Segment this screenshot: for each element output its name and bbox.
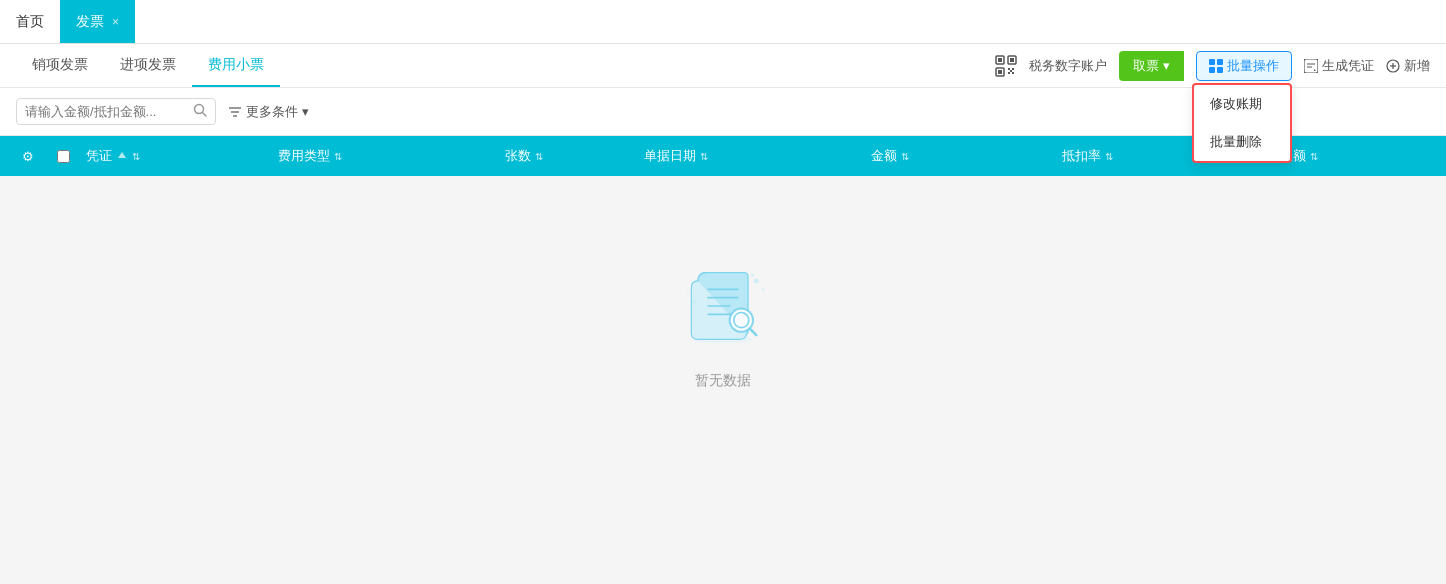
- batch-label: 批量操作: [1227, 57, 1279, 75]
- th-amount[interactable]: 金额 ⇅: [863, 147, 1055, 165]
- nav-tab-invoice-label: 发票: [76, 13, 104, 31]
- batch-icon: [1209, 59, 1223, 73]
- nav-tab-close-icon[interactable]: ×: [112, 15, 119, 29]
- svg-rect-15: [1304, 59, 1318, 73]
- svg-rect-10: [1010, 70, 1012, 72]
- th-amount-sort: ⇅: [901, 151, 909, 162]
- empty-state: 暂无数据: [0, 176, 1446, 430]
- svg-point-37: [751, 274, 754, 277]
- svg-point-38: [692, 300, 696, 304]
- tab-expense-receipt[interactable]: 费用小票: [192, 44, 280, 87]
- more-filter-button[interactable]: 更多条件 ▾: [228, 103, 309, 121]
- qupiao-button-group: 取票 ▾: [1119, 51, 1184, 81]
- tax-label: 税务数字账户: [1029, 57, 1107, 75]
- qr-icon: [995, 55, 1017, 77]
- top-nav: 首页 发票 ×: [0, 0, 1446, 44]
- th-type[interactable]: 费用类型 ⇅: [270, 147, 497, 165]
- generate-icon: [1304, 59, 1318, 73]
- th-gear[interactable]: ⚙: [8, 149, 48, 164]
- svg-line-34: [750, 329, 757, 336]
- dropdown-item-modify-period[interactable]: 修改账期: [1194, 85, 1290, 123]
- add-icon: [1386, 59, 1400, 73]
- svg-point-39: [687, 292, 690, 295]
- qupiao-button[interactable]: 取票 ▾: [1119, 51, 1184, 81]
- search-input-wrap: [16, 98, 216, 125]
- search-input[interactable]: [25, 104, 193, 119]
- svg-rect-14: [1217, 67, 1223, 73]
- svg-rect-12: [1217, 59, 1223, 65]
- header-checkbox[interactable]: [57, 150, 70, 163]
- qr-button[interactable]: [995, 55, 1017, 77]
- batch-operations-container: 批量操作 修改账期 批量删除: [1196, 51, 1292, 81]
- th-voucher-filter-icon: [116, 150, 128, 162]
- th-voucher-sort: ⇅: [132, 151, 140, 162]
- tax-digital-account-button[interactable]: 税务数字账户: [1029, 57, 1107, 75]
- generate-voucher-button[interactable]: 生成凭证: [1304, 57, 1374, 75]
- th-count[interactable]: 张数 ⇅: [497, 147, 636, 165]
- svg-line-22: [203, 113, 207, 117]
- filter-icon: [228, 105, 242, 119]
- empty-text: 暂无数据: [695, 372, 751, 390]
- svg-rect-8: [1008, 72, 1010, 74]
- more-filter-chevron: ▾: [302, 104, 309, 119]
- dropdown-item-batch-delete[interactable]: 批量删除: [1194, 123, 1290, 161]
- svg-point-36: [761, 288, 764, 291]
- empty-illustration: [673, 256, 773, 356]
- th-date[interactable]: 单据日期 ⇅: [636, 147, 863, 165]
- batch-operations-button[interactable]: 批量操作: [1196, 51, 1292, 81]
- qupiao-label: 取票: [1133, 57, 1159, 75]
- tab-income-invoice[interactable]: 进项发票: [104, 44, 192, 87]
- sub-tabs-left: 销项发票 进项发票 费用小票: [16, 44, 280, 87]
- svg-rect-13: [1209, 67, 1215, 73]
- more-filter-label: 更多条件: [246, 103, 298, 121]
- svg-rect-11: [1209, 59, 1215, 65]
- svg-point-35: [754, 279, 759, 284]
- qupiao-dropdown-arrow: ▾: [1163, 58, 1170, 73]
- svg-rect-6: [1008, 68, 1010, 70]
- tab-sales-invoice[interactable]: 销项发票: [16, 44, 104, 87]
- th-count-sort: ⇅: [535, 151, 543, 162]
- th-date-sort: ⇅: [700, 151, 708, 162]
- batch-dropdown-menu: 修改账期 批量删除: [1192, 83, 1292, 163]
- add-label: 新增: [1404, 57, 1430, 75]
- svg-rect-3: [1010, 58, 1014, 62]
- sub-tabs-right: 税务数字账户 取票 ▾ 批量操作 修改账期 批量删除: [995, 51, 1430, 81]
- svg-marker-26: [118, 152, 126, 158]
- nav-tab-invoice[interactable]: 发票 ×: [60, 0, 135, 43]
- sub-tabs-bar: 销项发票 进项发票 费用小票: [0, 44, 1446, 88]
- search-icon[interactable]: [193, 103, 207, 120]
- svg-rect-1: [998, 58, 1002, 62]
- nav-home[interactable]: 首页: [0, 0, 60, 43]
- add-button[interactable]: 新增: [1386, 57, 1430, 75]
- generate-label: 生成凭证: [1322, 57, 1374, 75]
- th-type-sort: ⇅: [334, 151, 342, 162]
- th-checkbox[interactable]: [48, 150, 78, 163]
- th-voucher[interactable]: 凭证 ⇅: [78, 147, 270, 165]
- th-rate-sort: ⇅: [1105, 151, 1113, 162]
- th-deduct-sort: ⇅: [1310, 151, 1318, 162]
- svg-rect-7: [1012, 68, 1014, 70]
- svg-rect-5: [998, 70, 1002, 74]
- svg-rect-9: [1012, 72, 1014, 74]
